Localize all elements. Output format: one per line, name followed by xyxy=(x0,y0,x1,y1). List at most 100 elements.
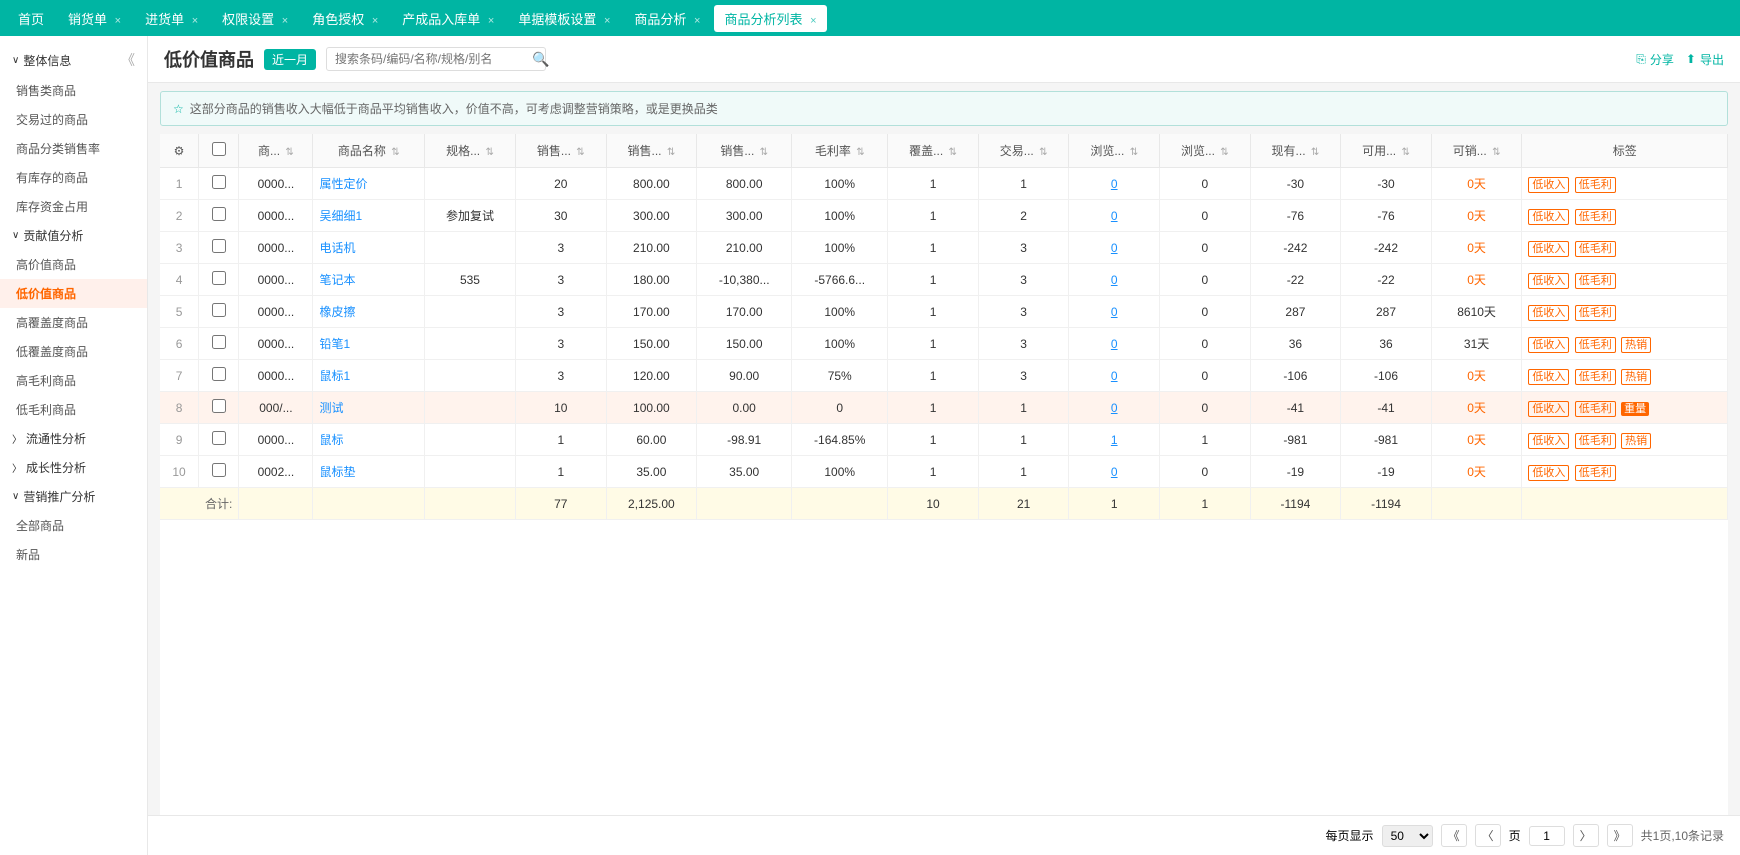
sidebar-item-traded-products[interactable]: 交易过的商品 xyxy=(0,105,147,134)
cell-view1[interactable]: 0 xyxy=(1069,360,1160,392)
close-role-icon[interactable]: × xyxy=(372,15,378,27)
th-name[interactable]: 商品名称 ⇅ xyxy=(313,134,424,168)
cell-view1[interactable]: 0 xyxy=(1069,456,1160,488)
nav-template[interactable]: 单据模板设置 × xyxy=(508,5,620,32)
th-view1[interactable]: 浏览... ⇅ xyxy=(1069,134,1160,168)
close-template-icon[interactable]: × xyxy=(604,15,610,27)
th-code[interactable]: 商... ⇅ xyxy=(239,134,313,168)
cell-view1[interactable]: 1 xyxy=(1069,424,1160,456)
cell-view1[interactable]: 0 xyxy=(1069,264,1160,296)
nav-purchase[interactable]: 进货单 × xyxy=(135,5,208,32)
th-coverage[interactable]: 覆盖... ⇅ xyxy=(888,134,979,168)
cell-view1[interactable]: 0 xyxy=(1069,232,1160,264)
sidebar-group-marketing[interactable]: ∨ 营销推广分析 xyxy=(0,482,147,511)
cell-name[interactable]: 鼠标1 xyxy=(313,360,424,392)
close-product-icon[interactable]: × xyxy=(488,15,494,27)
row-checkbox[interactable] xyxy=(212,335,226,349)
cell-checkbox[interactable] xyxy=(199,168,239,200)
sidebar-item-sales-products[interactable]: 销售类商品 xyxy=(0,76,147,105)
close-permission-icon[interactable]: × xyxy=(282,15,288,27)
row-checkbox[interactable] xyxy=(212,239,226,253)
cell-checkbox[interactable] xyxy=(199,296,239,328)
row-checkbox[interactable] xyxy=(212,399,226,413)
cell-name[interactable]: 电话机 xyxy=(313,232,424,264)
select-all-checkbox[interactable] xyxy=(212,142,226,156)
th-stock[interactable]: 现有... ⇅ xyxy=(1250,134,1341,168)
collapse-overall-icon[interactable]: 《 xyxy=(121,50,135,70)
sidebar-item-high-coverage[interactable]: 高覆盖度商品 xyxy=(0,308,147,337)
row-checkbox[interactable] xyxy=(212,271,226,285)
cell-checkbox[interactable] xyxy=(199,232,239,264)
nav-sales[interactable]: 销货单 × xyxy=(58,5,131,32)
th-spec[interactable]: 规格... ⇅ xyxy=(424,134,515,168)
search-icon[interactable]: 🔍 xyxy=(532,51,549,68)
share-btn[interactable]: ⎘ 分享 xyxy=(1636,51,1674,68)
sidebar-item-low-value[interactable]: 低价值商品 xyxy=(0,279,147,308)
th-avg-amount[interactable]: 销售... ⇅ xyxy=(697,134,792,168)
row-checkbox[interactable] xyxy=(212,207,226,221)
cell-name[interactable]: 属性定价 xyxy=(313,168,424,200)
cell-name[interactable]: 吴细细1 xyxy=(313,200,424,232)
nav-analysis[interactable]: 商品分析 × xyxy=(624,5,710,32)
row-checkbox[interactable] xyxy=(212,303,226,317)
time-filter-btn[interactable]: 近一月 xyxy=(264,49,316,70)
first-page-btn[interactable]: 《 xyxy=(1441,824,1467,847)
close-analysis-list-icon[interactable]: × xyxy=(810,15,816,27)
next-page-btn[interactable]: 〉 xyxy=(1573,824,1599,847)
search-input[interactable] xyxy=(326,47,546,71)
th-amount[interactable]: 销售... ⇅ xyxy=(606,134,697,168)
close-purchase-icon[interactable]: × xyxy=(192,15,198,27)
nav-product-inbound[interactable]: 产成品入库单 × xyxy=(392,5,504,32)
nav-analysis-list[interactable]: 商品分析列表 × xyxy=(714,5,826,32)
cell-view1[interactable]: 0 xyxy=(1069,328,1160,360)
cell-name[interactable]: 笔记本 xyxy=(313,264,424,296)
th-available[interactable]: 可用... ⇅ xyxy=(1341,134,1432,168)
table-wrapper[interactable]: ⚙ 商... ⇅ 商品名称 ⇅ 规格... ⇅ 销售... ⇅ 销售... ⇅ … xyxy=(160,134,1728,815)
sidebar-item-category-sales-rate[interactable]: 商品分类销售率 xyxy=(0,134,147,163)
cell-view1[interactable]: 0 xyxy=(1069,392,1160,424)
th-saleable[interactable]: 可销... ⇅ xyxy=(1431,134,1522,168)
page-input[interactable] xyxy=(1529,826,1565,846)
cell-view1[interactable]: 0 xyxy=(1069,296,1160,328)
sidebar-item-all-products[interactable]: 全部商品 xyxy=(0,511,147,540)
close-analysis-icon[interactable]: × xyxy=(694,15,700,27)
sidebar-item-stock-capital[interactable]: 库存资金占用 xyxy=(0,192,147,221)
sidebar-item-low-coverage[interactable]: 低覆盖度商品 xyxy=(0,337,147,366)
cell-checkbox[interactable] xyxy=(199,424,239,456)
sidebar-group-circulation[interactable]: 〉 流通性分析 xyxy=(0,424,147,453)
nav-home[interactable]: 首页 xyxy=(8,5,54,32)
nav-role[interactable]: 角色授权 × xyxy=(302,5,388,32)
nav-permission[interactable]: 权限设置 × xyxy=(212,5,298,32)
th-settings[interactable]: ⚙ xyxy=(160,134,199,168)
cell-checkbox[interactable] xyxy=(199,200,239,232)
cell-checkbox[interactable] xyxy=(199,328,239,360)
th-trade[interactable]: 交易... ⇅ xyxy=(978,134,1069,168)
page-size-select[interactable]: 20 50 100 xyxy=(1382,825,1433,847)
row-checkbox[interactable] xyxy=(212,463,226,477)
cell-checkbox[interactable] xyxy=(199,264,239,296)
last-page-btn[interactable]: 》 xyxy=(1607,824,1633,847)
sidebar-group-growth[interactable]: 〉 成长性分析 xyxy=(0,453,147,482)
cell-view1[interactable]: 0 xyxy=(1069,168,1160,200)
cell-view1[interactable]: 0 xyxy=(1069,200,1160,232)
cell-checkbox[interactable] xyxy=(199,392,239,424)
cell-name[interactable]: 橡皮擦 xyxy=(313,296,424,328)
row-checkbox[interactable] xyxy=(212,367,226,381)
cell-checkbox[interactable] xyxy=(199,456,239,488)
th-qty[interactable]: 销售... ⇅ xyxy=(515,134,606,168)
close-sales-icon[interactable]: × xyxy=(115,15,121,27)
prev-page-btn[interactable]: 〈 xyxy=(1475,824,1501,847)
th-margin[interactable]: 毛利率 ⇅ xyxy=(792,134,888,168)
cell-checkbox[interactable] xyxy=(199,360,239,392)
export-btn[interactable]: ⬆ 导出 xyxy=(1686,51,1724,68)
sidebar-group-overall[interactable]: ∨ 整体信息 《 xyxy=(0,44,147,76)
cell-name[interactable]: 鼠标 xyxy=(313,424,424,456)
sidebar-item-high-margin[interactable]: 高毛利商品 xyxy=(0,366,147,395)
sidebar-item-stock-products[interactable]: 有库存的商品 xyxy=(0,163,147,192)
th-view2[interactable]: 浏览... ⇅ xyxy=(1160,134,1251,168)
sidebar-item-low-margin[interactable]: 低毛利商品 xyxy=(0,395,147,424)
cell-name[interactable]: 铅笔1 xyxy=(313,328,424,360)
sidebar-item-new-products[interactable]: 新品 xyxy=(0,540,147,569)
cell-name[interactable]: 测试 xyxy=(313,392,424,424)
sidebar-group-contribution[interactable]: ∨ 贡献值分析 xyxy=(0,221,147,250)
